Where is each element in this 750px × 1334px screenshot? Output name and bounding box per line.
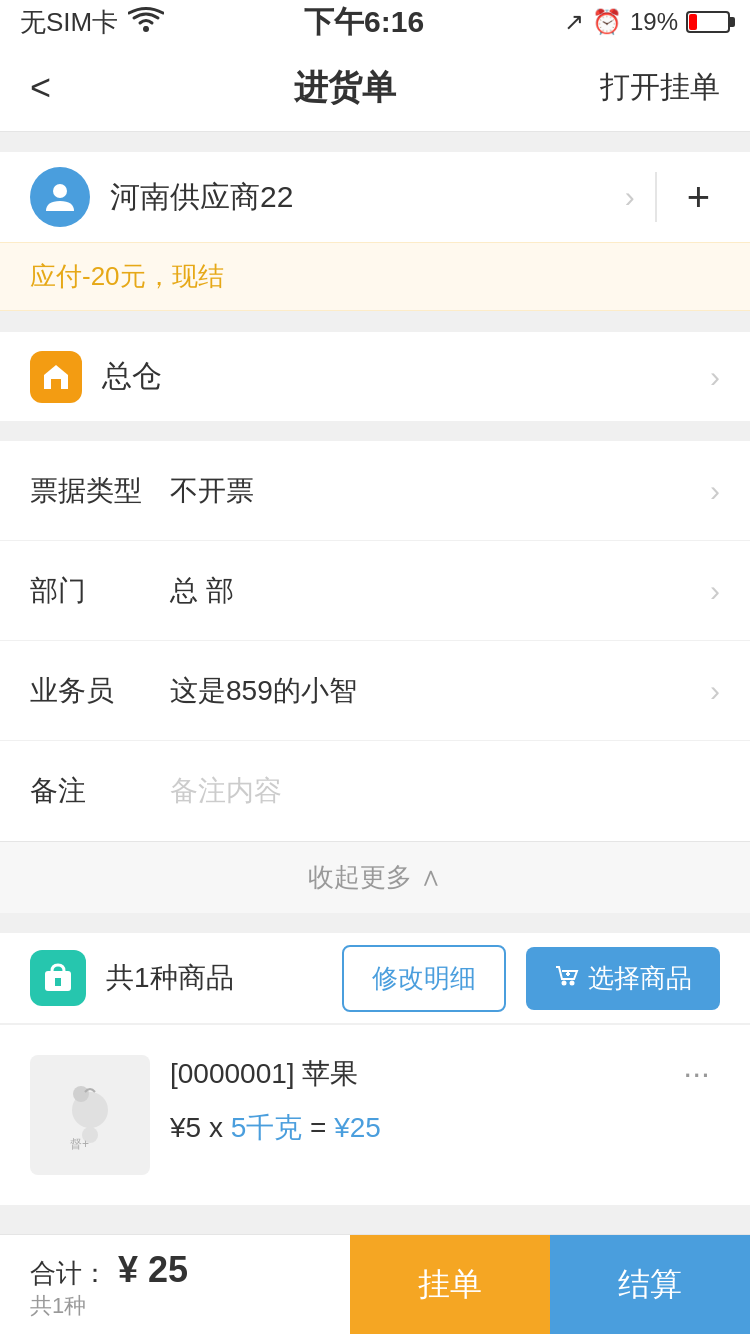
total-value: ¥25	[334, 1112, 381, 1143]
svg-point-1	[53, 184, 67, 198]
svg-point-6	[570, 980, 575, 985]
alarm-icon: ⏰	[592, 8, 622, 36]
back-button[interactable]: <	[30, 67, 90, 109]
collapse-bar[interactable]: 收起更多 ∧	[0, 841, 750, 913]
quantity-value: 5千克	[231, 1112, 303, 1143]
salesman-value: 这是859的小智	[150, 672, 710, 710]
more-button[interactable]: ···	[673, 1055, 720, 1092]
svg-point-0	[143, 26, 149, 32]
open-pending-button[interactable]: 打开挂单	[600, 67, 720, 108]
warehouse-section[interactable]: 总仓 ›	[0, 331, 750, 421]
svg-rect-2	[51, 379, 61, 389]
total-label-text: 合计：	[30, 1256, 108, 1291]
product-title: 苹果	[302, 1058, 358, 1089]
warehouse-icon	[30, 351, 82, 403]
collapse-label: 收起更多 ∧	[308, 860, 441, 895]
product-thumbnail: 督+	[30, 1055, 150, 1175]
supplier-section: 河南供应商22 › + 应付-20元，现结	[0, 152, 750, 311]
form-section: 票据类型 不开票 › 部门 总 部 › 业务员 这是859的小智 › 备注 备注…	[0, 441, 750, 841]
supplier-divider	[655, 172, 657, 222]
bottom-bar: 合计： ¥ 25 共1种 挂单 结算	[0, 1234, 750, 1334]
status-right: ↗ ⏰ 19%	[564, 8, 730, 36]
invoice-chevron-icon: ›	[710, 474, 720, 508]
notice-bar: 应付-20元，现结	[0, 242, 750, 311]
product-info: [0000001] 苹果 ¥5 x 5千克 = ¥25	[170, 1055, 653, 1147]
remark-label: 备注	[30, 772, 150, 810]
product-price: ¥5 x 5千克 = ¥25	[170, 1109, 653, 1147]
department-label: 部门	[30, 572, 150, 610]
supplier-name[interactable]: 河南供应商22	[110, 177, 625, 218]
svg-rect-4	[55, 978, 61, 986]
nav-bar: < 进货单 打开挂单	[0, 44, 750, 132]
total-section: 合计： ¥ 25 共1种	[0, 1249, 350, 1321]
product-header: 共1种商品 修改明细 选择商品	[0, 933, 750, 1023]
warehouse-row[interactable]: 总仓 ›	[0, 331, 750, 421]
select-product-button[interactable]: 选择商品	[526, 947, 720, 1010]
department-chevron-icon: ›	[710, 574, 720, 608]
status-bar: 无SIM卡 下午6:16 ↗ ⏰ 19%	[0, 0, 750, 44]
remark-row[interactable]: 备注 备注内容	[0, 741, 750, 841]
price-value: ¥5	[170, 1112, 201, 1143]
status-time: 下午6:16	[304, 2, 424, 43]
page-title: 进货单	[294, 65, 396, 111]
status-left: 无SIM卡	[20, 5, 164, 40]
wifi-icon	[128, 6, 164, 39]
product-code: [0000001]	[170, 1058, 295, 1089]
product-icon	[30, 950, 86, 1006]
svg-point-5	[562, 980, 567, 985]
invoice-row[interactable]: 票据类型 不开票 ›	[0, 441, 750, 541]
divider-1	[0, 132, 750, 152]
supplier-row: 河南供应商22 › +	[0, 152, 750, 242]
select-product-label: 选择商品	[588, 961, 692, 996]
product-count-label: 共1种商品	[106, 959, 322, 997]
salesman-label: 业务员	[30, 672, 150, 710]
salesman-chevron-icon: ›	[710, 674, 720, 708]
warehouse-chevron-icon: ›	[710, 360, 720, 394]
hold-button[interactable]: 挂单	[350, 1235, 550, 1335]
checkout-button[interactable]: 结算	[550, 1235, 750, 1335]
total-amount: ¥ 25	[118, 1249, 188, 1291]
svg-point-10	[73, 1086, 89, 1102]
svg-text:督+: 督+	[70, 1137, 89, 1150]
battery-percent: 19%	[630, 8, 678, 36]
remark-value[interactable]: 备注内容	[150, 772, 720, 810]
invoice-label: 票据类型	[30, 472, 150, 510]
total-count: 共1种	[30, 1291, 320, 1321]
product-item: 督+ [0000001] 苹果 ¥5 x 5千克 = ¥25 ···	[0, 1025, 750, 1205]
invoice-value: 不开票	[150, 472, 710, 510]
edit-detail-button[interactable]: 修改明细	[342, 945, 506, 1012]
carrier-label: 无SIM卡	[20, 5, 118, 40]
notice-text: 应付-20元，现结	[30, 261, 224, 291]
price-separator: x	[209, 1112, 231, 1143]
cart-icon	[554, 963, 580, 994]
supplier-chevron-icon: ›	[625, 180, 635, 214]
department-row[interactable]: 部门 总 部 ›	[0, 541, 750, 641]
warehouse-name: 总仓	[102, 356, 710, 397]
department-value: 总 部	[150, 572, 710, 610]
equals-sign: =	[310, 1112, 334, 1143]
salesman-row[interactable]: 业务员 这是859的小智 ›	[0, 641, 750, 741]
battery-icon	[686, 11, 730, 33]
divider-2	[0, 311, 750, 331]
location-icon: ↗	[564, 8, 584, 36]
add-button[interactable]: +	[677, 165, 720, 230]
product-name: [0000001] 苹果	[170, 1055, 653, 1093]
supplier-avatar	[30, 167, 90, 227]
